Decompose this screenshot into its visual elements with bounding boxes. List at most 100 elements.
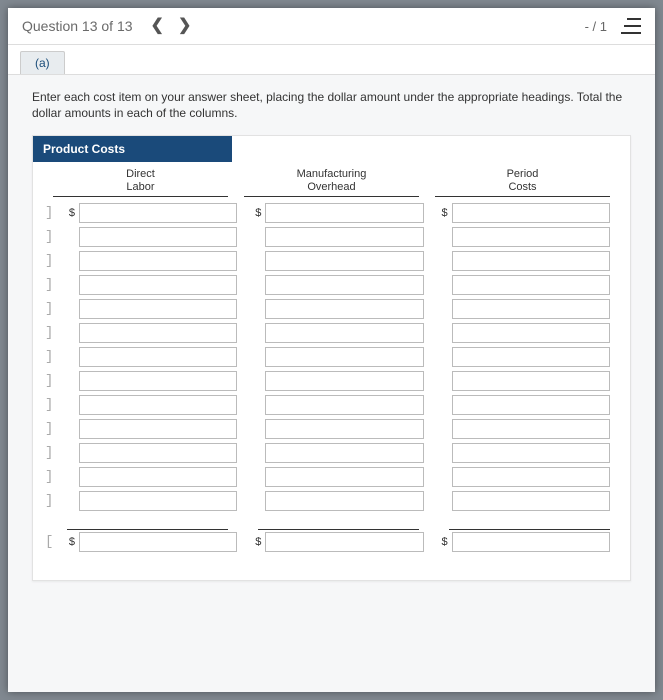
direct-labor-input[interactable] [79,443,237,463]
product-costs-header: Product Costs [33,136,232,162]
dollar-sign: $ [440,207,448,219]
direct-labor-input[interactable] [79,227,237,247]
period-costs-input[interactable] [452,443,610,463]
section-tab-row: (a) [8,45,655,74]
row-bracket: [ [45,534,59,550]
direct-labor-input[interactable] [79,395,237,415]
part-a-tab[interactable]: (a) [20,51,65,74]
total-period-costs-input[interactable] [452,532,610,552]
dollar-sign: $ [253,536,261,548]
instruction-text: Enter each cost item on your answer shee… [32,89,631,121]
row-bracket: ] [45,421,59,437]
row-bracket: ] [45,301,59,317]
total-direct-labor-input[interactable] [79,532,237,552]
col-header-manufacturing-overhead: ManufacturingOverhead [244,168,419,196]
manufacturing-overhead-input[interactable] [265,251,423,271]
manufacturing-overhead-input[interactable] [265,323,423,343]
header-bar: Question 13 of 13 ❮ ❯ - / 1 [8,8,655,45]
manufacturing-overhead-input[interactable] [265,371,423,391]
table-row: ] $ $ $ [45,203,618,223]
direct-labor-input[interactable] [79,251,237,271]
list-menu-icon[interactable] [621,18,641,34]
period-costs-input[interactable] [452,491,610,511]
question-label: Question 13 of 13 [22,18,133,34]
table-row: ]$$$ [45,419,618,439]
period-costs-input[interactable] [452,251,610,271]
direct-labor-input[interactable] [79,299,237,319]
manufacturing-overhead-input[interactable] [265,299,423,319]
period-costs-input[interactable] [452,395,610,415]
manufacturing-overhead-input[interactable] [265,467,423,487]
table-row: ]$$$ [45,275,618,295]
manufacturing-overhead-input[interactable] [265,203,423,223]
input-grid: ]$$$]$$$]$$$]$$$]$$$]$$$]$$$]$$$]$$$]$$$… [33,199,630,527]
content-area: Enter each cost item on your answer shee… [8,74,655,692]
dollar-sign: $ [440,536,448,548]
totals-row: [ $ $ $ [45,532,618,552]
table-row: ]$$$ [45,443,618,463]
row-bracket: ] [45,205,59,221]
table-row: ]$$$ [45,323,618,343]
period-costs-input[interactable] [452,299,610,319]
direct-labor-input[interactable] [79,371,237,391]
table-row: ]$$$ [45,227,618,247]
total-manufacturing-overhead-input[interactable] [265,532,423,552]
direct-labor-input[interactable] [79,275,237,295]
table-row: ]$$$ [45,299,618,319]
answer-sheet: Product Costs DirectLabor ManufacturingO… [32,135,631,580]
direct-labor-input[interactable] [79,203,237,223]
row-bracket: ] [45,469,59,485]
period-costs-input[interactable] [452,275,610,295]
period-costs-input[interactable] [452,203,610,223]
prev-button[interactable]: ❮ [151,18,164,34]
table-row: ]$$$ [45,467,618,487]
direct-labor-input[interactable] [79,491,237,511]
direct-labor-input[interactable] [79,467,237,487]
page: Question 13 of 13 ❮ ❯ - / 1 (a) Enter ea… [8,8,655,692]
row-bracket: ] [45,397,59,413]
row-bracket: ] [45,277,59,293]
dollar-sign: $ [67,207,75,219]
row-bracket: ] [45,253,59,269]
direct-labor-input[interactable] [79,419,237,439]
table-row: ]$$$ [45,251,618,271]
period-costs-input[interactable] [452,227,610,247]
manufacturing-overhead-input[interactable] [265,419,423,439]
manufacturing-overhead-input[interactable] [265,491,423,511]
period-costs-input[interactable] [452,467,610,487]
period-costs-input[interactable] [452,419,610,439]
row-bracket: ] [45,325,59,341]
period-costs-input[interactable] [452,347,610,367]
period-costs-input[interactable] [452,371,610,391]
manufacturing-overhead-input[interactable] [265,395,423,415]
row-bracket: ] [45,493,59,509]
manufacturing-overhead-input[interactable] [265,275,423,295]
direct-labor-input[interactable] [79,347,237,367]
chevron-right-icon: ❯ [178,17,191,34]
direct-labor-input[interactable] [79,323,237,343]
manufacturing-overhead-input[interactable] [265,347,423,367]
dollar-sign: $ [67,536,75,548]
table-row: ]$$$ [45,491,618,511]
table-row: ]$$$ [45,371,618,391]
col-header-period-costs: PeriodCosts [435,168,610,196]
chevron-left-icon: ❮ [151,17,164,34]
table-row: ]$$$ [45,395,618,415]
dollar-sign: $ [253,207,261,219]
row-bracket: ] [45,229,59,245]
manufacturing-overhead-input[interactable] [265,227,423,247]
totals-rule [33,529,630,530]
col-header-direct-labor: DirectLabor [53,168,228,196]
manufacturing-overhead-input[interactable] [265,443,423,463]
row-bracket: ] [45,373,59,389]
row-bracket: ] [45,349,59,365]
next-button[interactable]: ❯ [178,18,191,34]
score-display: - / 1 [585,19,607,34]
totals-row-container: [ $ $ $ [33,530,630,568]
row-bracket: ] [45,445,59,461]
table-row: ]$$$ [45,347,618,367]
period-costs-input[interactable] [452,323,610,343]
column-headers: DirectLabor ManufacturingOverhead Period… [33,162,630,198]
footer-partial-text [33,568,630,580]
nav-arrows: ❮ ❯ [151,18,192,34]
